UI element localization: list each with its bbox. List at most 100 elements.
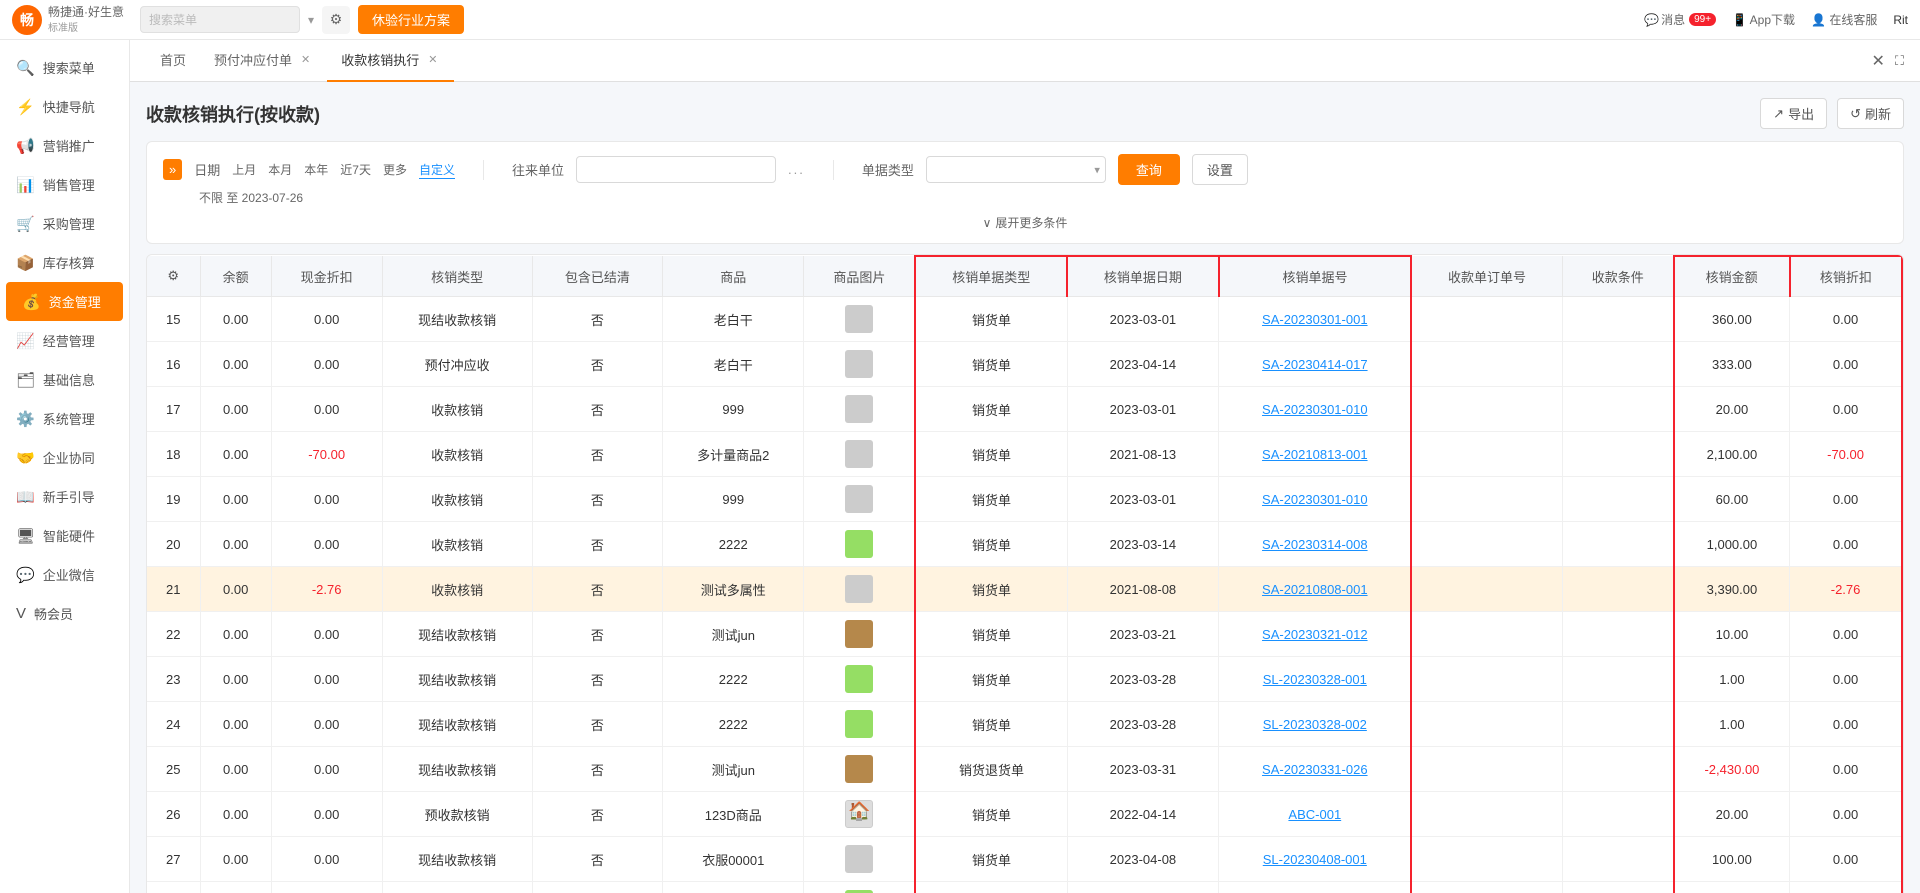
filter-dots: ... bbox=[788, 162, 805, 177]
sidebar-item-collab[interactable]: 🤝 企业协同 bbox=[0, 438, 129, 477]
col-include-settled: 否 bbox=[532, 702, 662, 747]
col-id: 26 bbox=[147, 792, 200, 837]
refresh-icon: ↺ bbox=[1850, 106, 1861, 122]
goods-image bbox=[845, 305, 873, 333]
sidebar-item-sales[interactable]: 📊 销售管理 bbox=[0, 165, 129, 204]
receipt-type-select[interactable] bbox=[926, 156, 1106, 183]
col-balance: 0.00 bbox=[200, 792, 271, 837]
col-writeoff-bill-type: 销货单 bbox=[915, 297, 1067, 342]
notification-link[interactable]: 💬 消息 99+ bbox=[1644, 11, 1716, 28]
service-link[interactable]: 👤 在线客服 bbox=[1811, 11, 1877, 28]
col-id: 19 bbox=[147, 477, 200, 522]
col-writeoff-no: SA-20230331-026 bbox=[1219, 747, 1412, 792]
tab-prepay-close[interactable]: ✕ bbox=[298, 52, 313, 67]
page-body: 收款核销执行(按收款) ↗ 导出 ↺ 刷新 » 日期 上月 bbox=[130, 82, 1920, 893]
expand-more-btn[interactable]: ∨ 展开更多条件 bbox=[163, 214, 1887, 231]
col-header-writeoff-type: 核销类型 bbox=[382, 256, 532, 297]
col-balance: 0.00 bbox=[200, 702, 271, 747]
col-balance: 0.00 bbox=[200, 837, 271, 882]
tab-prepay-label: 预付冲应付单 bbox=[214, 50, 292, 69]
partner-input[interactable] bbox=[576, 156, 776, 183]
col-header-writeoff-bill-type: 核销单据类型 bbox=[915, 256, 1067, 297]
col-include-settled: 否 bbox=[532, 432, 662, 477]
col-goods-img bbox=[804, 387, 915, 432]
receipt-type-label: 单据类型 bbox=[862, 160, 914, 179]
page-header: 收款核销执行(按收款) ↗ 导出 ↺ 刷新 bbox=[146, 98, 1904, 129]
tab-writeoff[interactable]: 收款核销执行 ✕ bbox=[327, 40, 454, 82]
refresh-btn[interactable]: ↺ 刷新 bbox=[1837, 98, 1904, 129]
col-writeoff-date: 2023-04-14 bbox=[1067, 342, 1219, 387]
col-header-icon[interactable]: ⚙ bbox=[147, 256, 200, 297]
date-this-month[interactable]: 本月 bbox=[268, 161, 292, 178]
col-writeoff-bill-type: 销货单 bbox=[915, 702, 1067, 747]
col-balance: 0.00 bbox=[200, 477, 271, 522]
col-id: 15 bbox=[147, 297, 200, 342]
tab-home[interactable]: 首页 bbox=[146, 40, 200, 82]
date-this-year[interactable]: 本年 bbox=[304, 161, 328, 178]
query-btn[interactable]: 查询 bbox=[1118, 154, 1180, 185]
col-goods: 2222 bbox=[663, 702, 804, 747]
col-goods-img bbox=[804, 522, 915, 567]
sidebar-label-quicknav: 快捷导航 bbox=[43, 97, 95, 116]
sidebar-item-inventory[interactable]: 📦 库存核算 bbox=[0, 243, 129, 282]
col-goods-img bbox=[804, 477, 915, 522]
marketing-icon: 📢 bbox=[16, 137, 35, 155]
col-cash-discount: 0.00 bbox=[271, 612, 382, 657]
sidebar-item-finance[interactable]: 💰 资金管理 bbox=[6, 282, 123, 321]
export-btn[interactable]: ↗ 导出 bbox=[1760, 98, 1827, 129]
col-writeoff-no: SL-20230328-002 bbox=[1219, 702, 1412, 747]
col-writeoff-date: 2021-08-13 bbox=[1067, 432, 1219, 477]
sidebar-item-basic[interactable]: 🗂 基础信息 bbox=[0, 360, 129, 399]
partner-label: 往来单位 bbox=[512, 160, 564, 179]
date-7days[interactable]: 近7天 bbox=[340, 161, 371, 178]
col-id: 18 bbox=[147, 432, 200, 477]
sidebar-item-system[interactable]: ⚙️ 系统管理 bbox=[0, 399, 129, 438]
tab-bar: 首页 预付冲应付单 ✕ 收款核销执行 ✕ ✕ ⛶ bbox=[130, 40, 1920, 82]
col-goods: 老白干 bbox=[663, 297, 804, 342]
app-download-link[interactable]: 📱 App下载 bbox=[1732, 11, 1795, 28]
col-receipt-condition bbox=[1562, 747, 1673, 792]
col-header-writeoff-amount: 核销金额 bbox=[1674, 256, 1790, 297]
filter-expand-btn[interactable]: » bbox=[163, 159, 182, 180]
goods-image bbox=[845, 665, 873, 693]
sidebar-item-member[interactable]: V 畅会员 bbox=[0, 594, 129, 633]
table-row: 23 0.00 0.00 现结收款核销 否 2222 销货单 2023-03-2… bbox=[147, 657, 1902, 702]
sidebar-item-marketing[interactable]: 📢 营销推广 bbox=[0, 126, 129, 165]
industry-btn[interactable]: 休验行业方案 bbox=[358, 5, 464, 34]
col-cash-discount: 0.00 bbox=[271, 522, 382, 567]
col-receipt-condition bbox=[1562, 702, 1673, 747]
goods-image bbox=[845, 395, 873, 423]
col-cash-discount: 0.00 bbox=[271, 297, 382, 342]
col-goods-img bbox=[804, 657, 915, 702]
col-goods: 衣服00001 bbox=[663, 837, 804, 882]
sidebar-item-management[interactable]: 📈 经营管理 bbox=[0, 321, 129, 360]
chevron-down-icon: ∨ bbox=[983, 216, 992, 230]
tab-writeoff-close[interactable]: ✕ bbox=[425, 52, 440, 67]
col-cash-discount: -2.76 bbox=[271, 567, 382, 612]
sidebar-item-purchase[interactable]: 🛒 采购管理 bbox=[0, 204, 129, 243]
table-row: 24 0.00 0.00 现结收款核销 否 2222 销货单 2023-03-2… bbox=[147, 702, 1902, 747]
window-close-icon[interactable]: ✕ bbox=[1871, 51, 1884, 71]
search-icon: 🔍 bbox=[16, 59, 35, 77]
sidebar-item-hardware[interactable]: 🖥 智能硬件 bbox=[0, 516, 129, 555]
date-custom[interactable]: 自定义 bbox=[419, 161, 455, 179]
col-goods-img bbox=[804, 612, 915, 657]
col-goods: 123D商品 bbox=[663, 792, 804, 837]
sidebar-item-wechat[interactable]: 💬 企业微信 bbox=[0, 555, 129, 594]
setting-btn[interactable]: 设置 bbox=[1192, 154, 1248, 185]
date-prev-month[interactable]: 上月 bbox=[232, 161, 256, 178]
col-header-balance: 余额 bbox=[200, 256, 271, 297]
sidebar-item-search[interactable]: 🔍 搜索菜单 bbox=[0, 48, 129, 87]
window-expand-icon[interactable]: ⛶ bbox=[1895, 53, 1904, 69]
col-include-settled: 否 bbox=[532, 567, 662, 612]
dropdown-icon[interactable]: ▾ bbox=[308, 13, 314, 27]
settings-icon[interactable]: ⚙ bbox=[322, 6, 350, 34]
col-receipt-condition bbox=[1562, 882, 1673, 893]
tab-prepay[interactable]: 预付冲应付单 ✕ bbox=[200, 40, 327, 82]
col-balance: 0.00 bbox=[200, 657, 271, 702]
sidebar-item-guide[interactable]: 📖 新手引导 bbox=[0, 477, 129, 516]
col-balance: 0.00 bbox=[200, 387, 271, 432]
col-receipt-order bbox=[1411, 567, 1562, 612]
sidebar-item-quicknav[interactable]: ⚡ 快捷导航 bbox=[0, 87, 129, 126]
date-more[interactable]: 更多 bbox=[383, 161, 407, 178]
